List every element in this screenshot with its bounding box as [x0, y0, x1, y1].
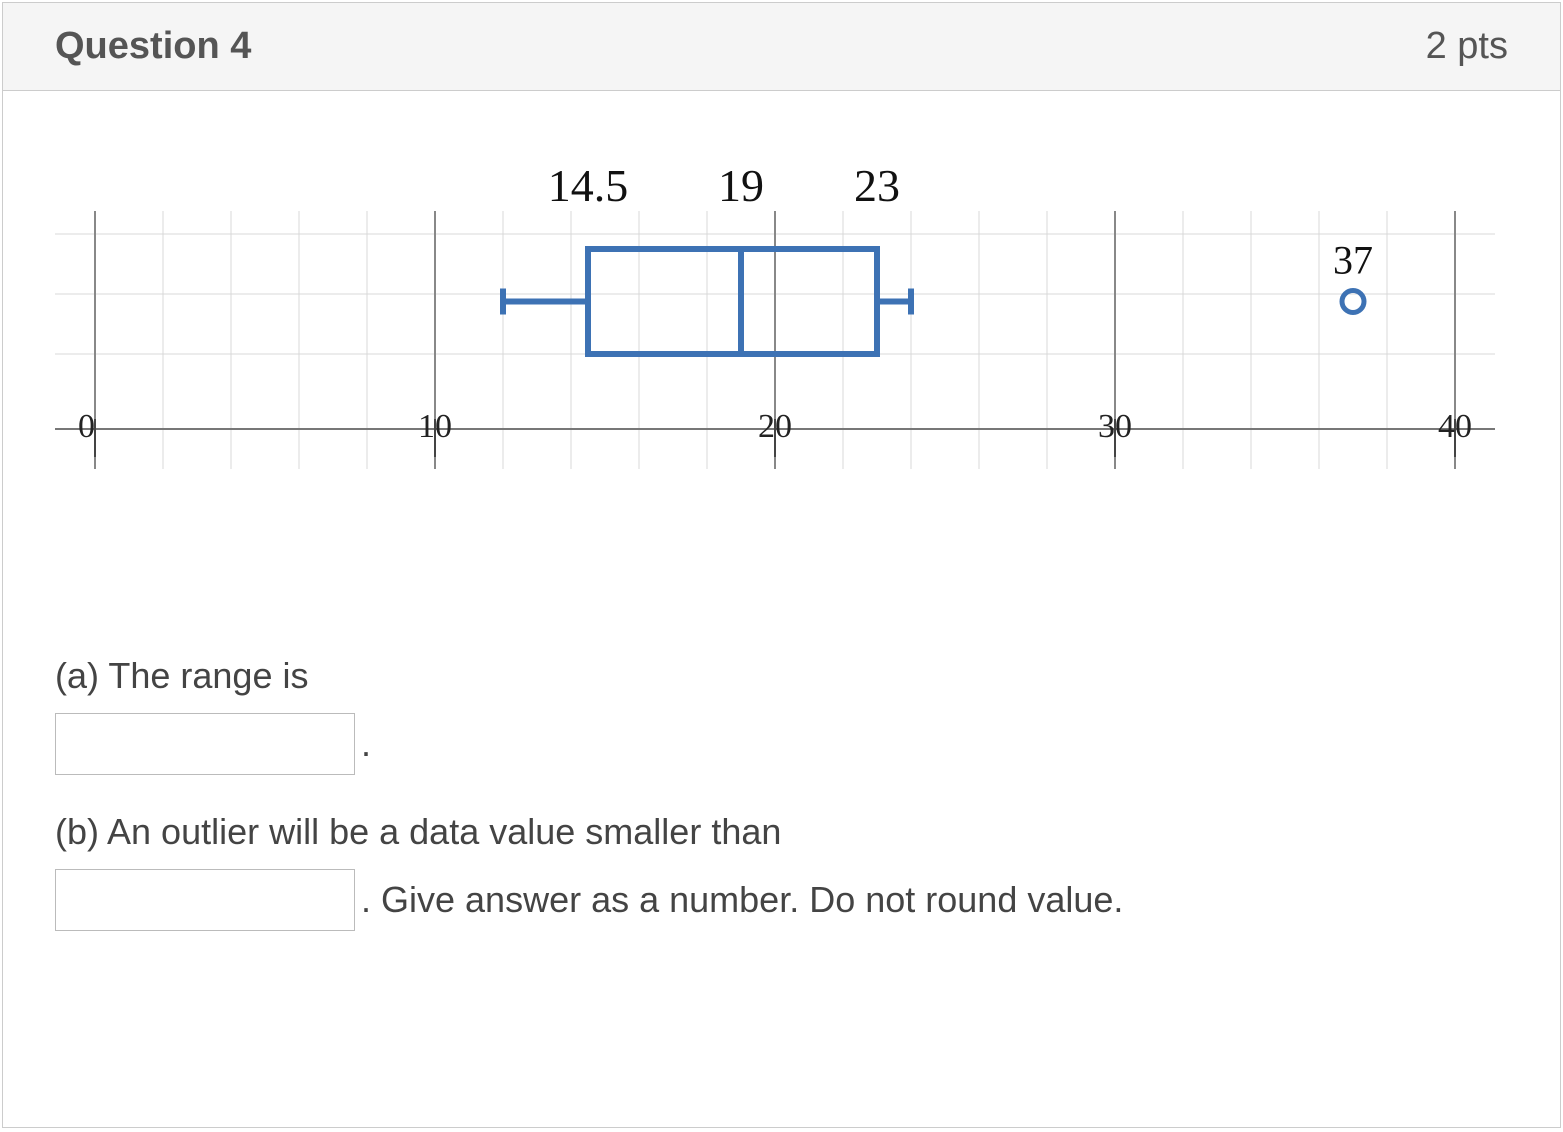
- question-body: 0 10 20 30 40 37 14.5 19 23 (a) The range is . (…: [3, 91, 1560, 991]
- question-parts: (a) The range is . (b) An outlier will b…: [55, 649, 1508, 931]
- question-header: Question 4 2 pts: [3, 3, 1560, 91]
- question-title: Question 4: [55, 25, 251, 68]
- boxplot-chart: 0 10 20 30 40 37 14.5 19 23: [55, 139, 1495, 509]
- question-points: 2 pts: [1426, 25, 1508, 68]
- part-a-input[interactable]: [55, 713, 355, 775]
- axis-tick-label: 0: [78, 408, 95, 445]
- boxplot-svg: 0 10 20 30 40 37 14.5 19 23: [55, 139, 1495, 509]
- axis-tick-label: 10: [418, 408, 452, 445]
- median-label: 19: [718, 160, 764, 211]
- q3-label: 23: [854, 160, 900, 211]
- part-b-input[interactable]: [55, 869, 355, 931]
- part-a-answer-line: .: [55, 713, 1508, 775]
- part-b-prompt: (b) An outlier will be a data value smal…: [55, 805, 1508, 859]
- part-b-answer-line: . Give answer as a number. Do not round …: [55, 869, 1508, 931]
- axis-tick-label: 30: [1098, 408, 1132, 445]
- outlier-label: 37: [1333, 238, 1373, 283]
- q1-label: 14.5: [548, 160, 629, 211]
- axis-tick-label: 20: [758, 408, 792, 445]
- part-b-suffix: . Give answer as a number. Do not round …: [361, 873, 1123, 927]
- question-container: Question 4 2 pts 0 10 20 30 40 37 14.5 19 23 (a)…: [2, 2, 1561, 1128]
- part-a-prompt: (a) The range is: [55, 649, 1508, 703]
- axis-tick-label: 40: [1438, 408, 1472, 445]
- part-a-suffix: .: [361, 717, 371, 771]
